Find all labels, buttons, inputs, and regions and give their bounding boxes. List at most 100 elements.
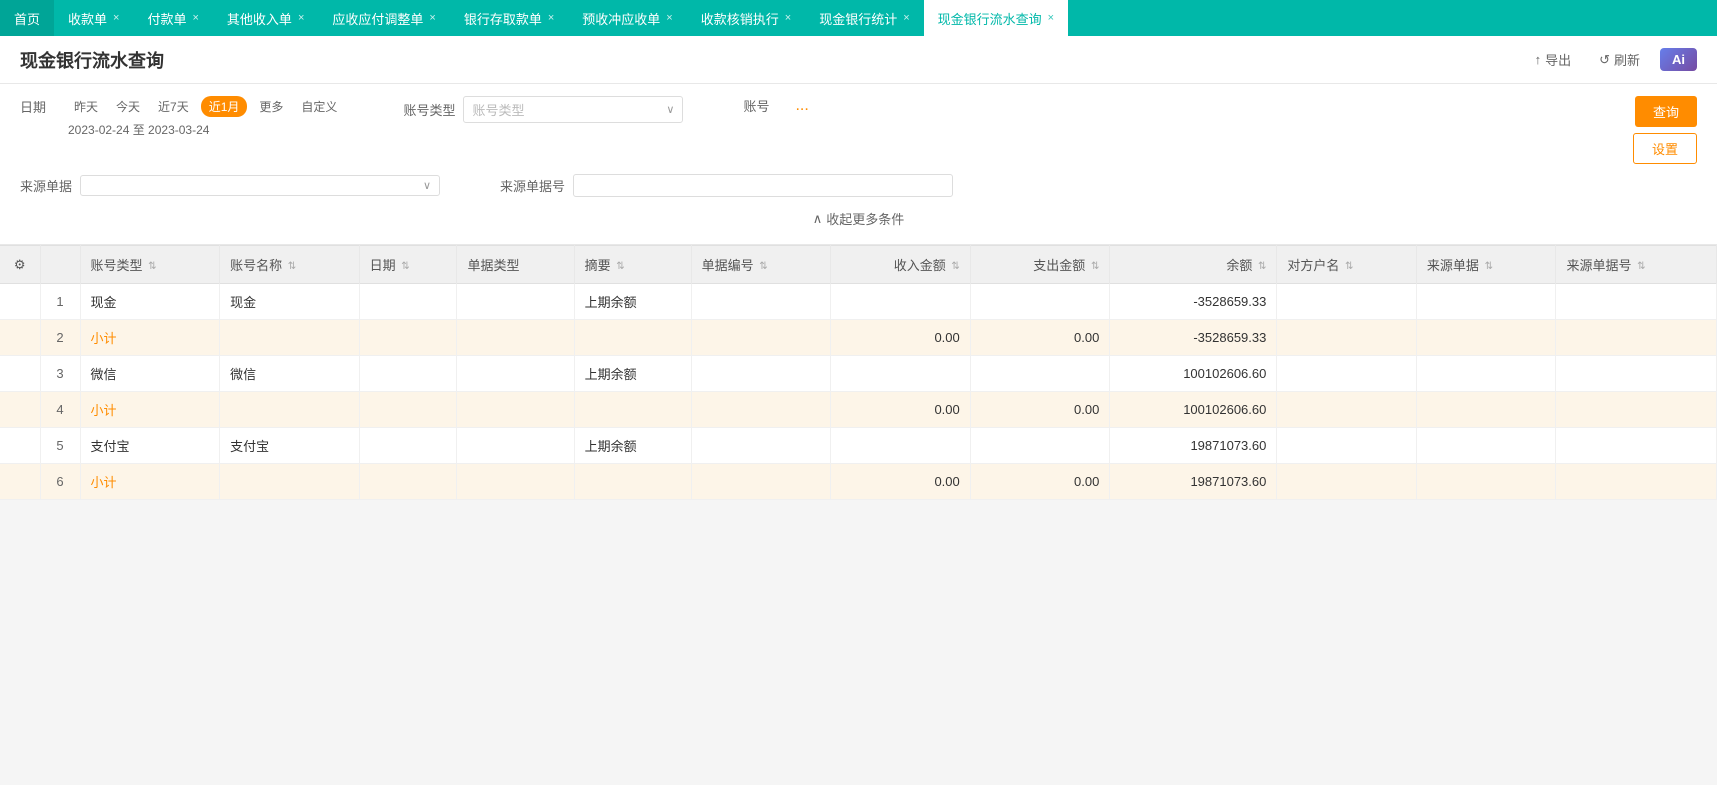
gear-icon: ⚙ — [14, 257, 26, 272]
date-btn-custom[interactable]: 自定义 — [295, 96, 343, 117]
account-label: 账号 — [743, 96, 783, 115]
source-doc-select[interactable]: ∨ — [80, 175, 440, 196]
date-btn-more[interactable]: 更多 — [253, 96, 289, 117]
td-account-name: 现金 — [220, 284, 360, 320]
source-doc-num-input[interactable] — [573, 174, 953, 197]
th-balance[interactable]: 余额 ⇅ — [1110, 246, 1277, 284]
nav-tab-2[interactable]: 其他收入单 × — [213, 0, 318, 36]
td-doc-no — [691, 356, 831, 392]
export-icon: ↑ — [1535, 52, 1542, 67]
sort-doc-no-icon: ⇅ — [759, 261, 767, 272]
nav-home[interactable]: 首页 — [0, 0, 54, 36]
close-tab-3-icon[interactable]: × — [429, 12, 435, 24]
td-source-doc-no — [1556, 392, 1717, 428]
account-dots-button[interactable]: ... — [791, 97, 812, 115]
refresh-icon: ↺ — [1599, 52, 1610, 68]
close-tab-0-icon[interactable]: × — [113, 12, 119, 24]
sort-balance-icon: ⇅ — [1258, 261, 1266, 272]
td-row-num: 5 — [40, 428, 80, 464]
header-actions: ↑ 导出 ↺ 刷新 Ai — [1527, 46, 1697, 73]
nav-tab-8[interactable]: 现金银行流水查询 × — [924, 0, 1068, 36]
td-summary: 上期余额 — [574, 428, 691, 464]
close-tab-4-icon[interactable]: × — [548, 12, 554, 24]
nav-tab-5[interactable]: 预收冲应收单 × — [568, 0, 686, 36]
th-expense[interactable]: 支出金额 ⇅ — [970, 246, 1110, 284]
filter-area: 日期 昨天 今天 近7天 近1月 更多 自定义 2023-02-24 至 202… — [0, 84, 1717, 245]
account-type-select[interactable]: 账号类型 ∨ — [463, 96, 683, 123]
close-tab-5-icon[interactable]: × — [666, 12, 672, 24]
table-row: 6小计0.000.0019871073.60 — [0, 464, 1717, 500]
nav-tab-4[interactable]: 银行存取款单 × — [450, 0, 568, 36]
date-btn-7days[interactable]: 近7天 — [152, 96, 195, 117]
td-expense — [970, 356, 1110, 392]
td-empty-gear — [0, 392, 40, 428]
table-row: 3微信微信上期余额100102606.60 — [0, 356, 1717, 392]
td-balance: -3528659.33 — [1110, 320, 1277, 356]
td-income: 0.00 — [831, 392, 971, 428]
th-summary[interactable]: 摘要 ⇅ — [574, 246, 691, 284]
td-counterparty — [1277, 284, 1417, 320]
td-date — [359, 464, 457, 500]
query-button[interactable]: 查询 — [1635, 96, 1697, 127]
th-doc-no[interactable]: 单据编号 ⇅ — [691, 246, 831, 284]
td-expense — [970, 428, 1110, 464]
nav-tab-0[interactable]: 收款单 × — [54, 0, 133, 36]
close-tab-2-icon[interactable]: × — [298, 12, 304, 24]
th-counterparty[interactable]: 对方户名 ⇅ — [1277, 246, 1417, 284]
nav-tab-3[interactable]: 应收应付调整单 × — [318, 0, 449, 36]
td-expense: 0.00 — [970, 320, 1110, 356]
close-tab-8-icon[interactable]: × — [1048, 12, 1054, 24]
th-account-name[interactable]: 账号名称 ⇅ — [220, 246, 360, 284]
sort-counterparty-icon: ⇅ — [1345, 261, 1353, 272]
td-doc-no — [691, 428, 831, 464]
close-tab-1-icon[interactable]: × — [192, 12, 198, 24]
td-source-doc — [1416, 392, 1556, 428]
td-row-num: 6 — [40, 464, 80, 500]
date-btn-1month[interactable]: 近1月 — [201, 96, 248, 117]
account-type-label: 账号类型 — [403, 100, 455, 119]
td-source-doc — [1416, 320, 1556, 356]
td-date — [359, 392, 457, 428]
table-row: 1现金现金上期余额-3528659.33 — [0, 284, 1717, 320]
td-expense: 0.00 — [970, 392, 1110, 428]
td-account-type: 微信 — [80, 356, 220, 392]
th-gear[interactable]: ⚙ — [0, 246, 40, 284]
td-date — [359, 428, 457, 464]
date-btn-today[interactable]: 今天 — [110, 96, 146, 117]
source-doc-label: 来源单据 — [20, 176, 72, 195]
collapse-bar[interactable]: ∧ 收起更多条件 — [20, 205, 1697, 232]
td-income: 0.00 — [831, 464, 971, 500]
table-container: ⚙ 账号类型 ⇅ 账号名称 ⇅ 日期 ⇅ 单据类型 — [0, 245, 1717, 500]
td-account-type: 小计 — [80, 464, 220, 500]
close-tab-6-icon[interactable]: × — [785, 12, 791, 24]
td-date — [359, 356, 457, 392]
export-button[interactable]: ↑ 导出 — [1527, 46, 1580, 73]
nav-tab-1[interactable]: 付款单 × — [133, 0, 212, 36]
td-doc-no — [691, 464, 831, 500]
settings-button[interactable]: 设置 — [1633, 133, 1697, 164]
td-counterparty — [1277, 392, 1417, 428]
th-source-doc[interactable]: 来源单据 ⇅ — [1416, 246, 1556, 284]
nav-tab-7[interactable]: 现金银行统计 × — [805, 0, 923, 36]
nav-tab-6[interactable]: 收款核销执行 × — [687, 0, 805, 36]
table-body: 1现金现金上期余额-3528659.332小计0.000.00-3528659.… — [0, 284, 1717, 500]
td-summary — [574, 392, 691, 428]
sort-source-doc-icon: ⇅ — [1485, 261, 1493, 272]
page-header: 现金银行流水查询 ↑ 导出 ↺ 刷新 Ai — [0, 36, 1717, 84]
collapse-icon: ∧ — [813, 211, 823, 227]
td-balance: 19871073.60 — [1110, 464, 1277, 500]
td-doc-type — [457, 392, 574, 428]
td-row-num: 4 — [40, 392, 80, 428]
th-income[interactable]: 收入金额 ⇅ — [831, 246, 971, 284]
th-account-type[interactable]: 账号类型 ⇅ — [80, 246, 220, 284]
table-row: 2小计0.000.00-3528659.33 — [0, 320, 1717, 356]
source-doc-arrow-icon: ∨ — [423, 179, 431, 192]
ai-button[interactable]: Ai — [1660, 48, 1697, 71]
date-btn-yesterday[interactable]: 昨天 — [68, 96, 104, 117]
th-num — [40, 246, 80, 284]
close-tab-7-icon[interactable]: × — [903, 12, 909, 24]
refresh-button[interactable]: ↺ 刷新 — [1591, 46, 1648, 73]
sort-date-icon: ⇅ — [401, 261, 409, 272]
th-source-doc-no[interactable]: 来源单据号 ⇅ — [1556, 246, 1717, 284]
th-date[interactable]: 日期 ⇅ — [359, 246, 457, 284]
